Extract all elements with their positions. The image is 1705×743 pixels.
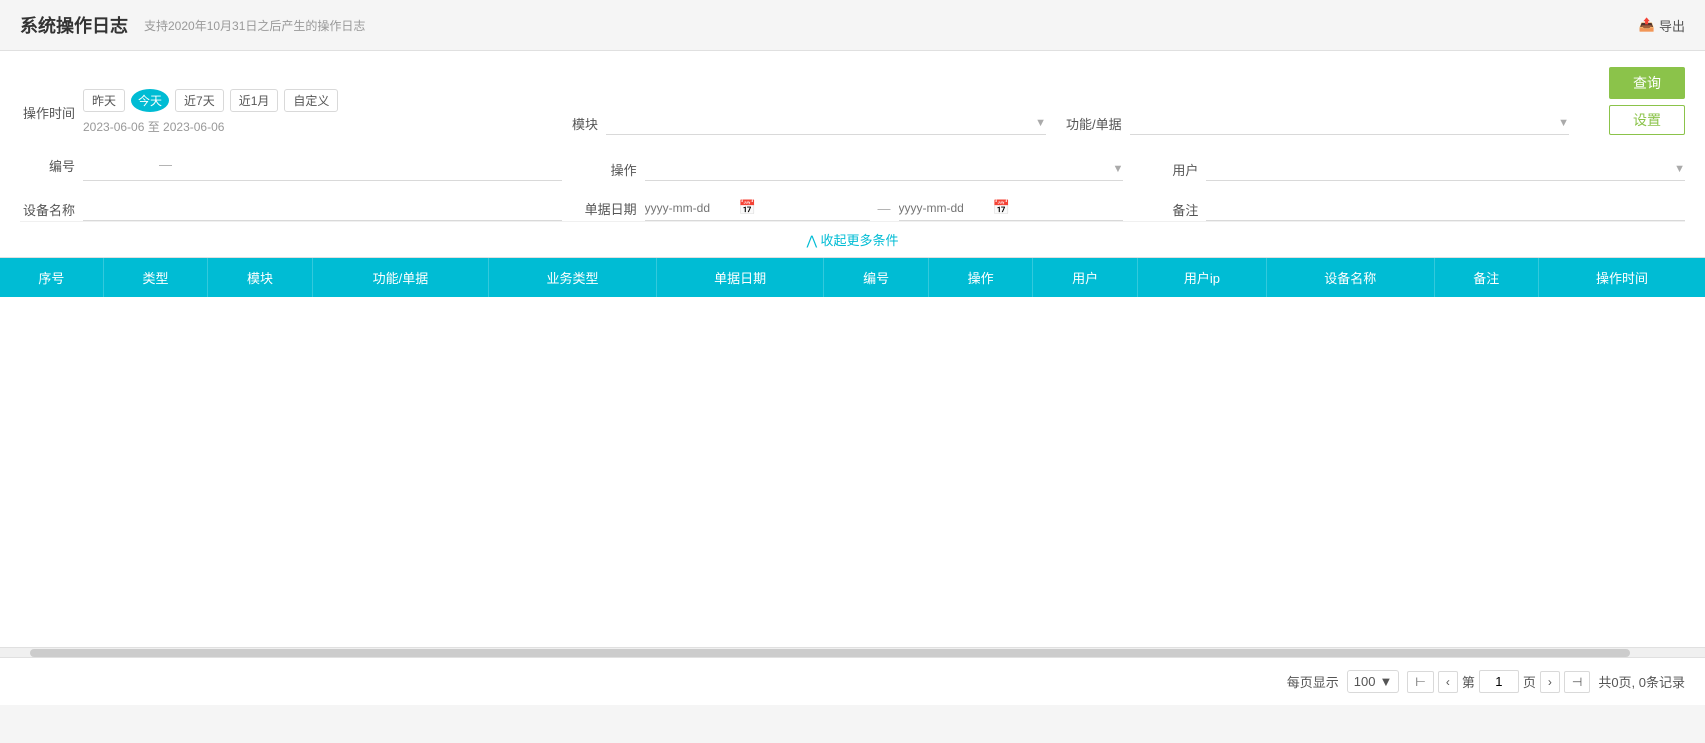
page-header: 系统操作日志 支持2020年10月31日之后产生的操作日志 📤 导出 [0, 0, 1705, 51]
table-column-操作时间: 操作时间 [1539, 258, 1705, 297]
operation-chevron-icon: ▼ [1112, 163, 1123, 175]
last-page-button[interactable]: ⊣ [1564, 671, 1590, 693]
function-chevron-icon: ▼ [1558, 117, 1569, 129]
device-name-input-wrapper [83, 197, 562, 221]
page-number-input[interactable] [1479, 670, 1519, 693]
number-start-input[interactable] [83, 153, 153, 176]
function-label: 功能/单据 [1066, 114, 1122, 133]
number-filter: 编号 — [20, 149, 562, 181]
user-filter: 用户 ▼ [1143, 157, 1685, 181]
current-page-label: 第 [1462, 672, 1475, 691]
prev-page-button[interactable]: ‹ [1438, 671, 1458, 693]
query-button[interactable]: 查询 [1609, 67, 1685, 99]
module-input[interactable] [606, 115, 1031, 130]
operation-time-label: 操作时间 [20, 103, 75, 122]
user-label: 用户 [1143, 160, 1198, 179]
function-filter: 功能/单据 ▼ [1066, 111, 1569, 135]
scrollbar-area[interactable] [0, 647, 1705, 657]
remark-input-wrapper [1206, 197, 1685, 221]
collapse-bar[interactable]: ⋀ 收起更多条件 [20, 221, 1685, 257]
action-buttons: 查询 设置 [1589, 67, 1685, 135]
export-button[interactable]: 📤 导出 [1639, 16, 1685, 35]
device-name-label: 设备名称 [20, 200, 75, 219]
remark-input[interactable] [1206, 201, 1685, 216]
data-table: 序号类型模块功能/单据业务类型单据日期编号操作用户用户ip设备名称备注操作时间 [0, 258, 1705, 297]
operation-filter: 操作 ▼ [582, 157, 1124, 181]
operation-time-filter: 操作时间 昨天 今天 近7天 近1月 自定义 2023-06-06 至 2023… [20, 89, 523, 135]
calendar-start-icon[interactable]: 📅 [739, 199, 756, 216]
table-column-用户ip: 用户ip [1137, 258, 1266, 297]
device-name-filter: 设备名称 [20, 197, 562, 221]
document-date-filter: 单据日期 📅 — 📅 [582, 195, 1124, 221]
table-column-备注: 备注 [1434, 258, 1538, 297]
page-size-label: 每页显示 [1287, 672, 1339, 691]
doc-date-end-input[interactable] [899, 201, 989, 215]
user-input[interactable] [1206, 161, 1670, 176]
export-icon: 📤 [1639, 17, 1655, 33]
total-label: 共0页, 0条记录 [1598, 672, 1685, 691]
device-name-input[interactable] [83, 201, 562, 216]
table-column-操作: 操作 [928, 258, 1032, 297]
module-chevron-icon: ▼ [1035, 117, 1046, 129]
table-column-类型: 类型 [103, 258, 207, 297]
page-title: 系统操作日志 [20, 12, 128, 38]
doc-date-dash: — [878, 201, 891, 216]
pagination-bar: 每页显示 100 ▼ ⊢ ‹ 第 页 › ⊣ 共0页, 0条记录 [0, 657, 1705, 705]
module-filter: 模块 ▼ [543, 111, 1046, 135]
user-chevron-icon: ▼ [1674, 163, 1685, 175]
page-size-select[interactable]: 100 ▼ [1347, 670, 1400, 693]
shortcut-1month[interactable]: 近1月 [230, 89, 279, 112]
shortcut-custom[interactable]: 自定义 [284, 89, 338, 112]
table-column-序号: 序号 [0, 258, 103, 297]
shortcut-today[interactable]: 今天 [131, 89, 169, 112]
first-page-button[interactable]: ⊢ [1407, 671, 1433, 693]
function-select[interactable]: ▼ [1130, 111, 1569, 135]
module-select[interactable]: ▼ [606, 111, 1046, 135]
filter-section: 操作时间 昨天 今天 近7天 近1月 自定义 2023-06-06 至 2023… [0, 51, 1705, 258]
date-range-text: 2023-06-06 至 2023-06-06 [83, 118, 338, 135]
calendar-end-icon[interactable]: 📅 [993, 199, 1010, 216]
empty-area [0, 297, 1705, 647]
table-section: 序号类型模块功能/单据业务类型单据日期编号操作用户用户ip设备名称备注操作时间 [0, 258, 1705, 647]
page-size-chevron-icon: ▼ [1380, 674, 1393, 689]
shortcut-7days[interactable]: 近7天 [175, 89, 224, 112]
table-column-模块: 模块 [208, 258, 312, 297]
document-date-label: 单据日期 [582, 199, 637, 218]
remark-filter: 备注 [1143, 197, 1685, 221]
module-label: 模块 [543, 114, 598, 133]
operation-select[interactable]: ▼ [645, 157, 1124, 181]
collapse-label: 收起更多条件 [821, 233, 899, 248]
page-size-value: 100 [1354, 674, 1376, 689]
operation-label: 操作 [582, 160, 637, 179]
number-end-input[interactable] [178, 153, 248, 176]
collapse-chevron-icon: ⋀ [806, 233, 817, 248]
table-column-设备名称: 设备名称 [1266, 258, 1434, 297]
page-suffix: 页 [1523, 672, 1536, 691]
pagination-nav: ⊢ ‹ 第 页 › ⊣ [1407, 670, 1590, 693]
table-column-编号: 编号 [824, 258, 928, 297]
number-dash: — [159, 157, 172, 172]
remark-label: 备注 [1143, 200, 1198, 219]
scrollbar-thumb[interactable] [30, 649, 1630, 657]
next-page-button[interactable]: › [1540, 671, 1560, 693]
settings-button[interactable]: 设置 [1609, 105, 1685, 135]
table-column-业务类型: 业务类型 [489, 258, 657, 297]
operation-input[interactable] [645, 161, 1109, 176]
page-subtitle: 支持2020年10月31日之后产生的操作日志 [144, 17, 365, 34]
function-input[interactable] [1130, 115, 1554, 130]
shortcut-yesterday[interactable]: 昨天 [83, 89, 125, 112]
table-column-用户: 用户 [1033, 258, 1137, 297]
table-column-功能/单据: 功能/单据 [312, 258, 488, 297]
table-column-单据日期: 单据日期 [656, 258, 824, 297]
doc-date-start-input[interactable] [645, 201, 735, 215]
number-label: 编号 [20, 156, 75, 175]
user-select[interactable]: ▼ [1206, 157, 1685, 181]
table-header: 序号类型模块功能/单据业务类型单据日期编号操作用户用户ip设备名称备注操作时间 [0, 258, 1705, 297]
